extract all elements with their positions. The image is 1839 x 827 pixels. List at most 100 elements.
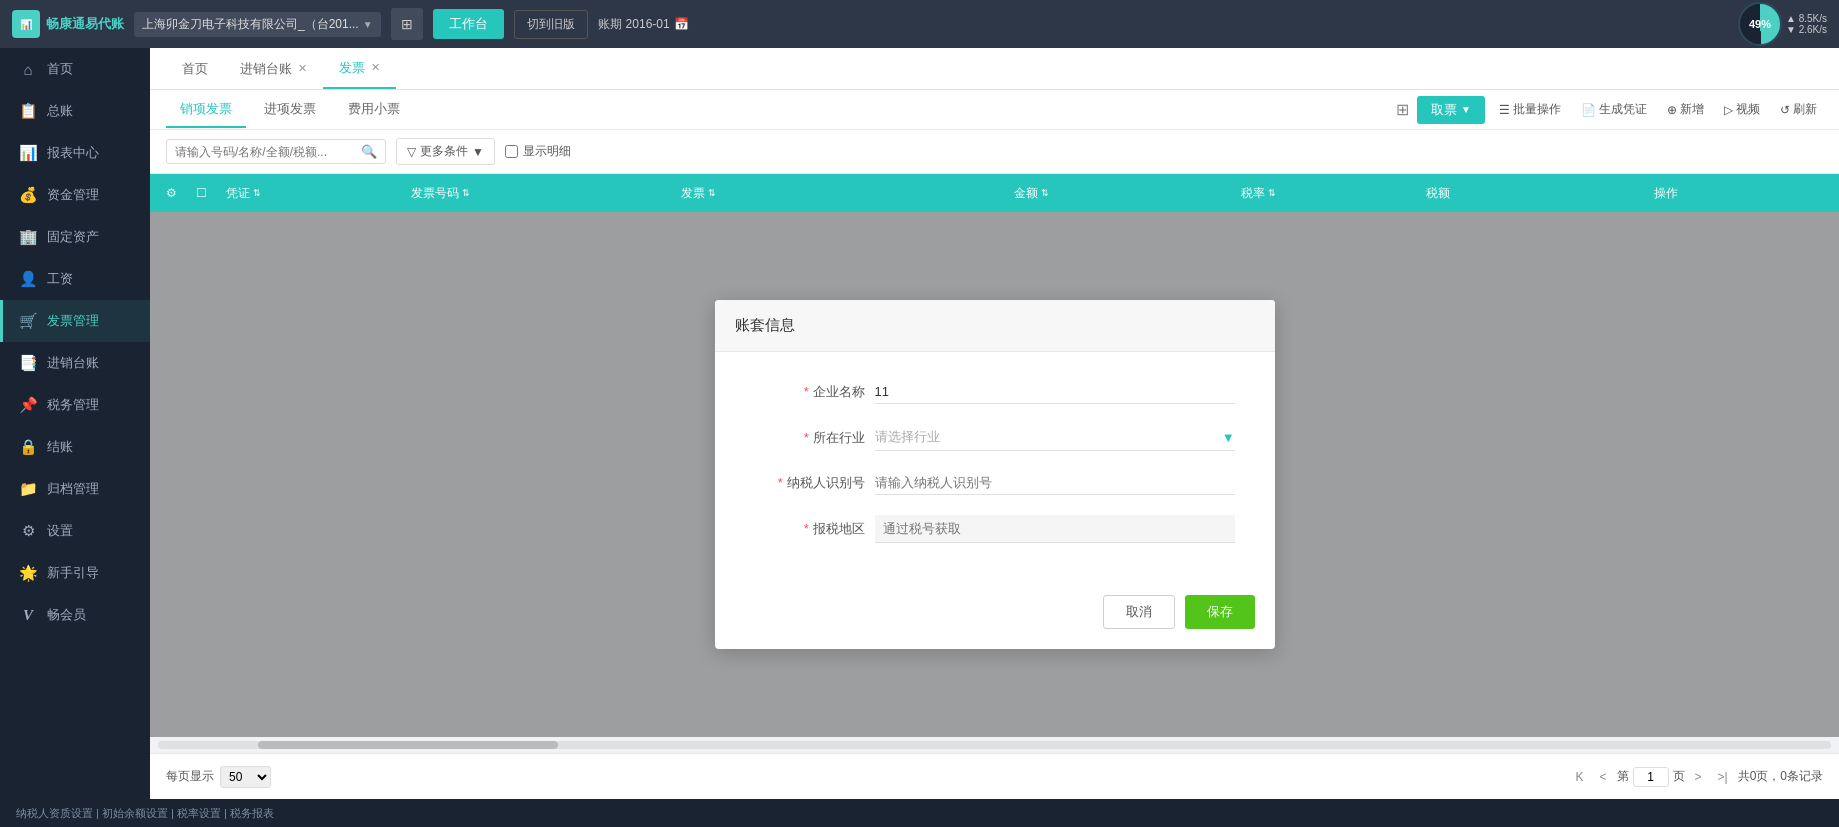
th-amount[interactable]: 金额 ⇅ [1006,185,1233,202]
sidebar-item-label: 进销台账 [47,354,99,372]
scroll-thumb[interactable] [258,741,558,749]
sidebar-item-close[interactable]: 🔒 结账 [0,426,150,468]
per-page-select[interactable]: 50 100 200 [220,766,271,788]
sidebar-item-home[interactable]: ⌂ 首页 [0,48,150,90]
per-page-selector[interactable]: 每页显示 50 100 200 [166,766,271,788]
batch-icon: ☰ [1499,103,1510,117]
company-name-row: * 企业名称 [755,380,1235,404]
scroll-track[interactable] [158,741,1831,749]
sidebar-item-ledger[interactable]: 📋 总账 [0,90,150,132]
percent-circle: 49% [1738,2,1782,46]
industry-select[interactable]: 请选择行业 ▼ [875,424,1235,451]
batch-operation-button[interactable]: ☰ 批量操作 [1493,97,1567,122]
save-button[interactable]: 保存 [1185,595,1255,629]
bottom-bar: 每页显示 50 100 200 K < 第 页 > >| 共0页，0条记录 [150,753,1839,799]
tab-purchase-sale[interactable]: 进销台账 ✕ [224,50,323,88]
settings-icon: ⚙ [19,522,37,540]
sub-tab-bar: 销项发票 进项发票 费用小票 ⊞ 取票 ▼ ☰ 批量 [150,90,1839,130]
th-type[interactable]: 发票 ⇅ [673,185,1006,202]
search-input-container[interactable]: 🔍 [166,139,386,164]
last-page-button[interactable]: >| [1712,768,1734,786]
tab-invoice[interactable]: 发票 ✕ [323,49,396,89]
sidebar-item-label: 设置 [47,522,73,540]
show-detail-checkbox-area[interactable]: 显示明细 [505,143,571,160]
horizontal-scrollbar[interactable] [150,737,1839,753]
th-invoice-no[interactable]: 发票号码 ⇅ [403,185,673,202]
prev-page-button[interactable]: < [1593,768,1612,786]
filter-icon: ▽ [407,145,416,159]
archive-icon: 📁 [19,480,37,498]
company-selector[interactable]: 上海卯金刀电子科技有限公司_（台201... ▼ [134,12,381,37]
tax-region-label: * 报税地区 [755,520,875,538]
tab-close-purchase-sale[interactable]: ✕ [298,62,307,75]
more-conditions-arrow-icon: ▼ [472,145,484,159]
table-header: ⚙ ☐ 凭证 ⇅ 发票号码 ⇅ 发票 ⇅ 金额 ⇅ [150,174,1839,212]
grid-view-icon[interactable]: ⊞ [1396,100,1409,119]
first-page-button[interactable]: K [1569,768,1589,786]
refresh-button[interactable]: ↺ 刷新 [1774,97,1823,122]
period-label: 账期 2016-01 📅 [598,16,689,33]
logo-icon: 📊 [12,10,40,38]
show-detail-checkbox[interactable] [505,145,518,158]
tax-id-input[interactable] [875,471,1235,495]
gen-voucher-button[interactable]: 📄 生成凭证 [1575,97,1653,122]
top-copy-icon[interactable]: ⊞ [391,8,423,40]
purchase-sale-icon: 📑 [19,354,37,372]
page-input[interactable] [1633,767,1669,787]
sidebar-item-tax[interactable]: 📌 税务管理 [0,384,150,426]
company-name-label: * 企业名称 [755,383,875,401]
sidebar-item-label: 结账 [47,438,73,456]
sidebar-item-label: 报表中心 [47,144,99,162]
sub-tab-sales-invoice[interactable]: 销项发票 [166,92,246,128]
sub-tab-expense-receipt[interactable]: 费用小票 [334,92,414,128]
sidebar-item-archive[interactable]: 📁 归档管理 [0,468,150,510]
sidebar-item-member[interactable]: V 畅会员 [0,594,150,636]
search-icon[interactable]: 🔍 [361,144,377,159]
tab-home[interactable]: 首页 [166,50,224,88]
show-detail-label: 显示明细 [523,143,571,160]
calendar-icon[interactable]: 📅 [674,17,689,31]
video-button[interactable]: ▷ 视频 [1718,97,1766,122]
sidebar-item-settings[interactable]: ⚙ 设置 [0,510,150,552]
sidebar-item-salary[interactable]: 👤 工资 [0,258,150,300]
tax-region-input [875,515,1235,543]
th-tax[interactable]: 税额 [1418,185,1645,202]
company-name-input[interactable] [875,380,1235,404]
more-conditions-button[interactable]: ▽ 更多条件 ▼ [396,138,495,165]
close-account-icon: 🔒 [19,438,37,456]
sidebar-item-label: 畅会员 [47,606,86,624]
download-speed: ▼ 2.6K/s [1786,24,1827,35]
industry-row: * 所在行业 请选择行业 ▼ [755,424,1235,451]
modal-body: * 企业名称 * 所在行业 [715,352,1275,583]
th-voucher[interactable]: 凭证 ⇅ [218,185,403,202]
search-input[interactable] [175,145,355,159]
page-suffix: 页 [1673,768,1685,785]
next-page-button[interactable]: > [1689,768,1708,786]
take-ticket-button[interactable]: 取票 ▼ [1417,96,1485,124]
sort-tax-rate-icon: ⇅ [1268,188,1276,198]
th-check[interactable]: ☐ [188,186,218,200]
th-gear[interactable]: ⚙ [158,186,188,200]
sidebar-item-invoice[interactable]: 🛒 发票管理 [0,300,150,342]
sidebar-item-assets[interactable]: 🏢 固定资产 [0,216,150,258]
tab-close-invoice[interactable]: ✕ [371,61,380,74]
tax-region-row: * 报税地区 [755,515,1235,543]
add-invoice-button[interactable]: ⊕ 新增 [1661,97,1710,122]
account-info-modal: 账套信息 * 企业名称 [715,300,1275,649]
sidebar-item-label: 固定资产 [47,228,99,246]
sidebar-item-guide[interactable]: 🌟 新手引导 [0,552,150,594]
th-tax-rate[interactable]: 税率 ⇅ [1233,185,1418,202]
workbench-button[interactable]: 工作台 [433,9,504,39]
finance-icon: 💰 [19,186,37,204]
sort-type-icon: ⇅ [708,188,716,198]
sub-tab-purchase-invoice[interactable]: 进项发票 [250,92,330,128]
sidebar-item-purchase-sale[interactable]: 📑 进销台账 [0,342,150,384]
sidebar-item-label: 归档管理 [47,480,99,498]
sidebar-item-finance[interactable]: 💰 资金管理 [0,174,150,216]
sidebar-item-reports[interactable]: 📊 报表中心 [0,132,150,174]
switch-version-button[interactable]: 切到旧版 [514,10,588,39]
modal-footer: 取消 保存 [715,583,1275,649]
tax-id-label: * 纳税人识别号 [755,474,875,492]
add-icon: ⊕ [1667,103,1677,117]
cancel-button[interactable]: 取消 [1103,595,1175,629]
